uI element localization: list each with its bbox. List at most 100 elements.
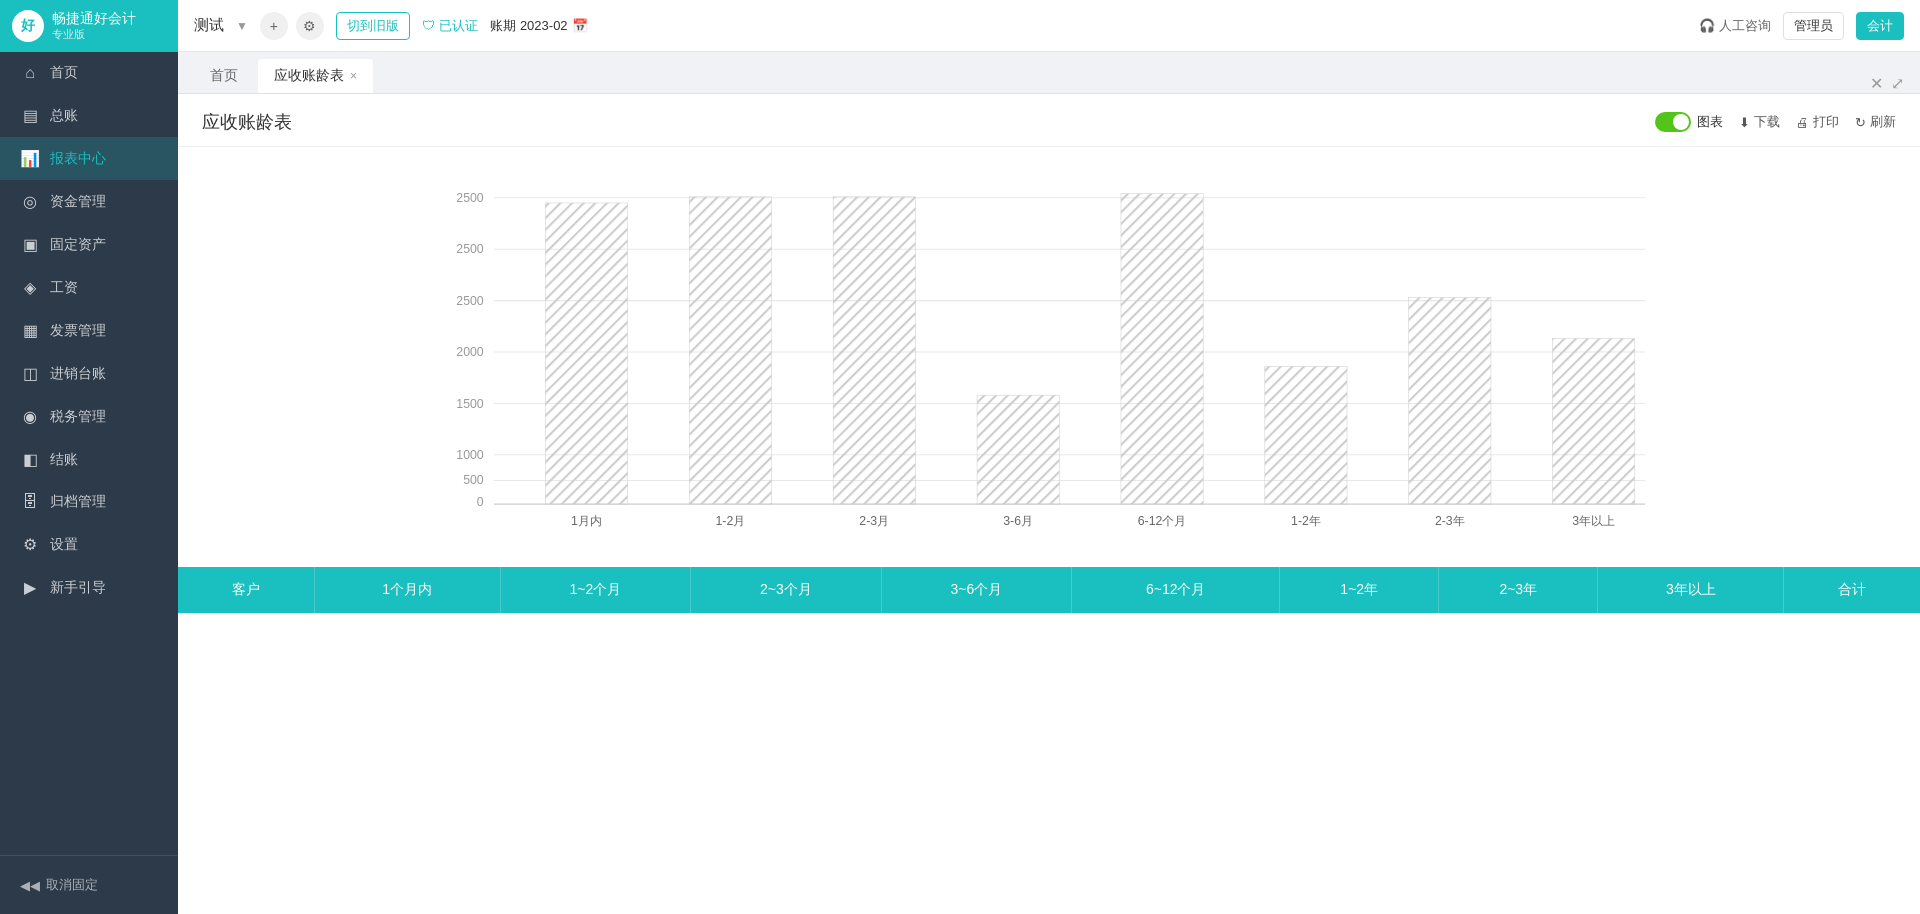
- sidebar-item-ledger[interactable]: ▤ 总账: [0, 94, 178, 137]
- certified-badge: 🛡 已认证: [422, 17, 478, 35]
- col-3plus-year: 3年以上: [1598, 567, 1784, 613]
- sidebar-item-settings[interactable]: ⚙ 设置: [0, 523, 178, 566]
- topbar-action-group: + ⚙: [260, 12, 324, 40]
- salary-icon: ◈: [20, 278, 40, 297]
- sidebar-item-reports[interactable]: 📊 报表中心: [0, 137, 178, 180]
- consulting-button[interactable]: 🎧 人工咨询: [1699, 17, 1771, 35]
- col-customer: 客户: [178, 567, 314, 613]
- svg-text:1500: 1500: [456, 397, 484, 411]
- sidebar-item-invoice[interactable]: ▦ 发票管理: [0, 309, 178, 352]
- sidebar-item-tax[interactable]: ◉ 税务管理: [0, 395, 178, 438]
- invoice-icon: ▦: [20, 321, 40, 340]
- sidebar-item-salary[interactable]: ◈ 工资: [0, 266, 178, 309]
- table-header-row: 客户 1个月内 1~2个月 2~3个月 3~6个月 6~12个月 1~2年 2~…: [178, 567, 1920, 613]
- main-area: 测试 ▼ + ⚙ 切到旧版 🛡 已认证 账期 2023-02 📅 🎧 人工咨询 …: [178, 0, 1920, 914]
- shield-icon: 🛡: [422, 18, 435, 33]
- sidebar-item-closing[interactable]: ◧ 结账: [0, 438, 178, 481]
- sidebar-item-guide[interactable]: ▶ 新手引导: [0, 566, 178, 609]
- settings-icon: ⚙: [20, 535, 40, 554]
- svg-text:3年以上: 3年以上: [1572, 514, 1615, 528]
- period-label: 账期: [490, 17, 516, 35]
- print-button[interactable]: 🖨 打印: [1796, 113, 1839, 131]
- sidebar-logo: 好 畅捷通好会计 专业版: [0, 0, 178, 52]
- sidebar-item-purchase[interactable]: ◫ 进销台账: [0, 352, 178, 395]
- certified-label: 已认证: [439, 17, 478, 35]
- period-display: 账期 2023-02 📅: [490, 17, 588, 35]
- assets-icon: ▣: [20, 235, 40, 254]
- tab-aging-label: 应收账龄表: [274, 67, 344, 85]
- reports-icon: 📊: [20, 149, 40, 168]
- sidebar-item-label-settings: 设置: [50, 536, 78, 554]
- chart-toggle[interactable]: [1655, 112, 1691, 132]
- sidebar-item-label-tax: 税务管理: [50, 408, 106, 426]
- print-icon: 🖨: [1796, 115, 1809, 130]
- accountant-button[interactable]: 会计: [1856, 12, 1904, 40]
- tab-close-button[interactable]: ×: [350, 69, 357, 83]
- tab-aging-report[interactable]: 应收账龄表 ×: [258, 59, 373, 93]
- sidebar-item-label-ledger: 总账: [50, 107, 78, 125]
- col-1month: 1个月内: [314, 567, 500, 613]
- settings-gear-button[interactable]: ⚙: [296, 12, 324, 40]
- app-logo-icon: 好: [12, 10, 44, 42]
- col-total: 合计: [1784, 567, 1920, 613]
- page-content: 应收账龄表 图表 ⬇ 下载 🖨 打印 ↻: [178, 94, 1920, 914]
- sidebar-nav: ⌂ 首页 ▤ 总账 📊 报表中心 ◎ 资金管理 ▣ 固定资产 ◈ 工资 ▦ 发票…: [0, 52, 178, 855]
- tab-home[interactable]: 首页: [194, 59, 254, 93]
- unpin-icon: ◀◀: [20, 878, 40, 893]
- sidebar-item-archive[interactable]: 🗄 归档管理: [0, 481, 178, 523]
- download-icon: ⬇: [1739, 115, 1750, 130]
- page-actions: 图表 ⬇ 下载 🖨 打印 ↻ 刷新: [1655, 112, 1896, 132]
- sidebar-item-label-assets: 固定资产: [50, 236, 106, 254]
- sidebar-item-label-home: 首页: [50, 64, 78, 82]
- sidebar-item-assets[interactable]: ▣ 固定资产: [0, 223, 178, 266]
- col-2-3year: 2~3年: [1439, 567, 1598, 613]
- chart-area: 2500 2500 2500 2000 1500 1000 500 0: [178, 147, 1920, 567]
- calendar-icon[interactable]: 📅: [572, 18, 588, 33]
- download-button[interactable]: ⬇ 下载: [1739, 113, 1780, 131]
- sidebar-item-label-guide: 新手引导: [50, 579, 106, 597]
- topbar-right-group: 🎧 人工咨询 管理员 会计: [1699, 12, 1904, 40]
- tab-home-label: 首页: [210, 67, 238, 85]
- switch-version-button[interactable]: 切到旧版: [336, 12, 410, 40]
- sidebar-item-label-purchase: 进销台账: [50, 365, 106, 383]
- sidebar-item-home[interactable]: ⌂ 首页: [0, 52, 178, 94]
- bar-3-6月: [977, 395, 1059, 504]
- funds-icon: ◎: [20, 192, 40, 211]
- refresh-button[interactable]: ↻ 刷新: [1855, 113, 1896, 131]
- tabs-right-controls: ✕ ⤢: [1870, 74, 1904, 93]
- project-title: 测试: [194, 16, 224, 35]
- aging-table: 客户 1个月内 1~2个月 2~3个月 3~6个月 6~12个月 1~2年 2~…: [178, 567, 1920, 613]
- bar-6-12月: [1121, 194, 1203, 504]
- sidebar-item-funds[interactable]: ◎ 资金管理: [0, 180, 178, 223]
- unpin-button[interactable]: ◀◀ 取消固定: [0, 866, 178, 904]
- sidebar-item-label-reports: 报表中心: [50, 150, 106, 168]
- topbar: 测试 ▼ + ⚙ 切到旧版 🛡 已认证 账期 2023-02 📅 🎧 人工咨询 …: [178, 0, 1920, 52]
- manager-button[interactable]: 管理员: [1783, 12, 1844, 40]
- expand-window-button[interactable]: ⤢: [1891, 74, 1904, 93]
- bar-2-3月: [833, 197, 915, 504]
- ledger-icon: ▤: [20, 106, 40, 125]
- toggle-label: 图表: [1697, 113, 1723, 131]
- bar-1月内: [545, 203, 627, 504]
- purchase-icon: ◫: [20, 364, 40, 383]
- sidebar-item-label-archive: 归档管理: [50, 493, 106, 511]
- sidebar-item-label-funds: 资金管理: [50, 193, 106, 211]
- close-window-button[interactable]: ✕: [1870, 74, 1883, 93]
- svg-text:6-12个月: 6-12个月: [1138, 514, 1187, 528]
- bar-chart-svg: 2500 2500 2500 2000 1500 1000 500 0: [218, 167, 1880, 537]
- bar-2-3年: [1409, 298, 1491, 505]
- sidebar-item-label-closing: 结账: [50, 451, 78, 469]
- tax-icon: ◉: [20, 407, 40, 426]
- col-3-6month: 3~6个月: [881, 567, 1072, 613]
- col-6-12month: 6~12个月: [1072, 567, 1280, 613]
- headset-icon: 🎧: [1699, 18, 1715, 33]
- refresh-label: 刷新: [1870, 113, 1896, 131]
- sidebar-item-label-salary: 工资: [50, 279, 78, 297]
- svg-text:1-2年: 1-2年: [1291, 514, 1321, 528]
- svg-text:2500: 2500: [456, 294, 484, 308]
- consulting-label: 人工咨询: [1719, 17, 1771, 35]
- col-2-3month: 2~3个月: [691, 567, 882, 613]
- chevron-down-icon[interactable]: ▼: [236, 19, 248, 33]
- add-button[interactable]: +: [260, 12, 288, 40]
- col-1-2month: 1~2个月: [500, 567, 691, 613]
